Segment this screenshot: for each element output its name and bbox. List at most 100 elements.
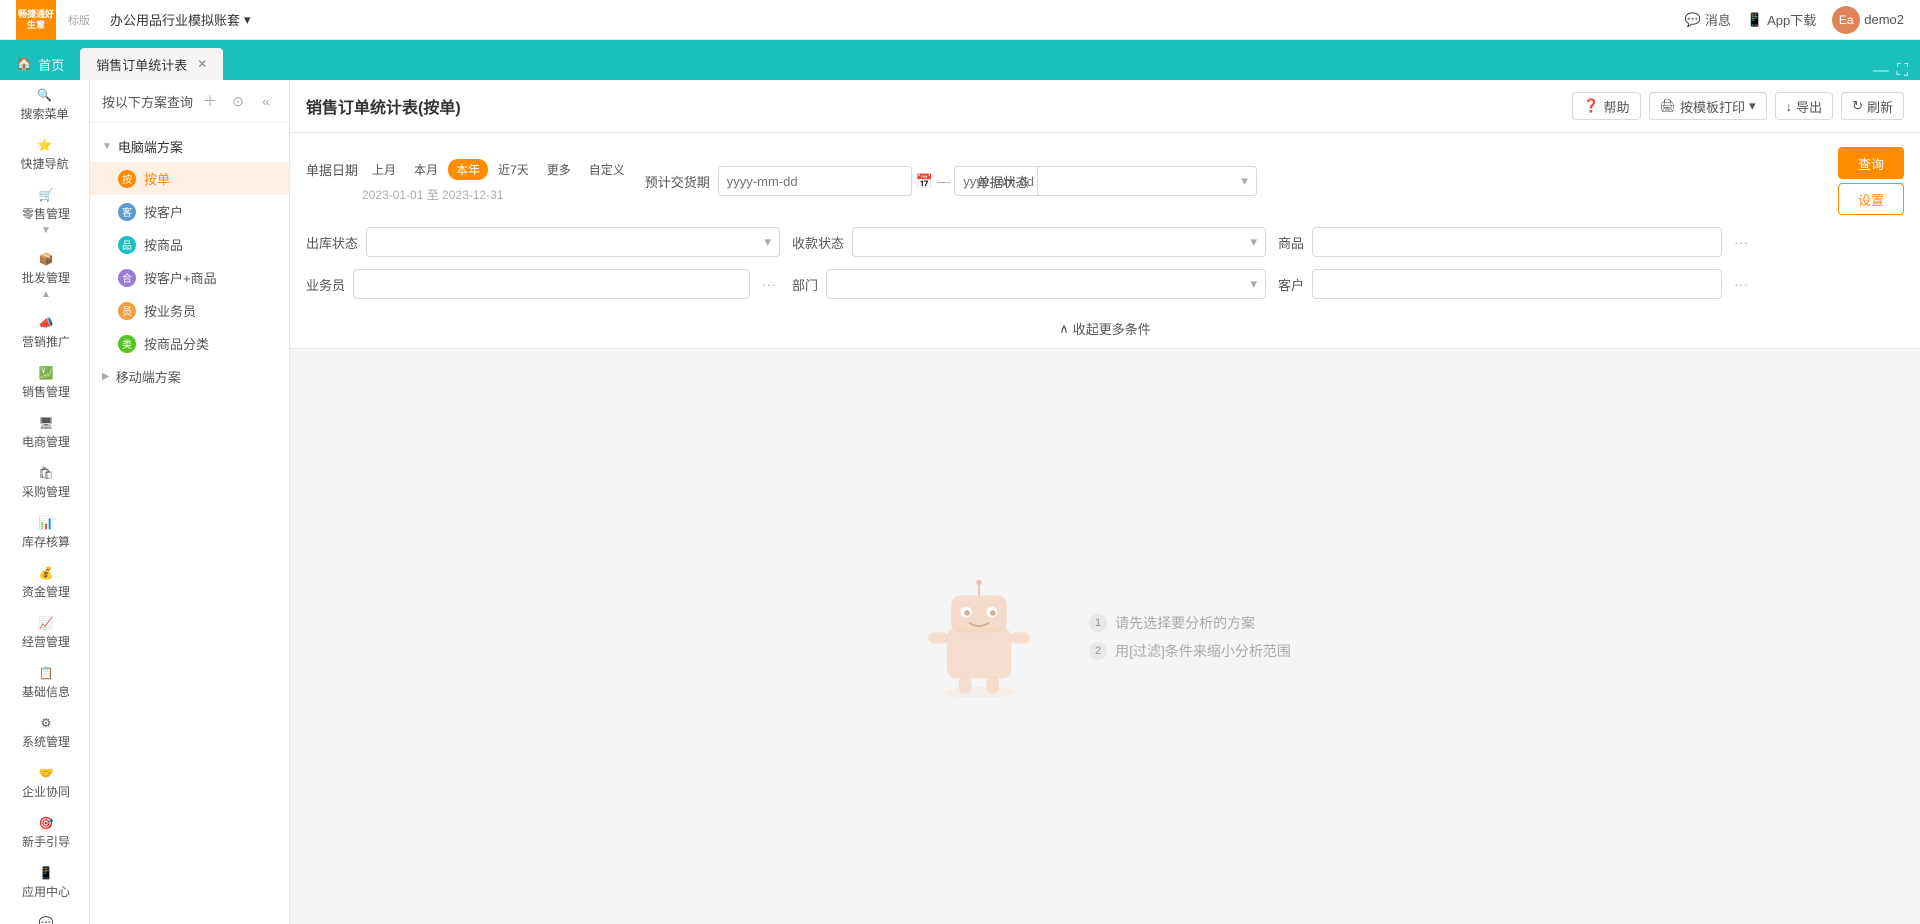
sidebar-item-wholesale[interactable]: 📦 批发管理 ▲	[0, 244, 89, 308]
empty-state: 1 请先选择要分析的方案 2 用[过滤]条件来缩小分析范围	[290, 349, 1920, 924]
scheme-item-by-category[interactable]: 类 按商品分类	[90, 327, 289, 360]
sidebar-item-search-menu[interactable]: 🔍 搜索菜单	[0, 80, 89, 130]
goods-more-icon[interactable]: ···	[1730, 234, 1752, 250]
filter-area: 单据日期 上月 本月 本年	[290, 133, 1920, 349]
collapse-panel-btn[interactable]: «	[255, 90, 277, 112]
minimize-icon[interactable]: —	[1873, 62, 1889, 80]
goods-input[interactable]	[1312, 227, 1722, 257]
settings-scheme-icon: ⊙	[232, 93, 244, 110]
collection-select[interactable]: ▾	[852, 227, 1266, 257]
sidebar-label-wholesale: 批发管理	[22, 269, 70, 286]
dept-dropdown-icon: ▾	[1250, 276, 1257, 292]
app-download-btn[interactable]: 📱 App下载	[1747, 10, 1816, 29]
inventory-icon: 📊	[39, 516, 54, 530]
page-title: 销售订单统计表(按单)	[306, 94, 461, 118]
shipment-select[interactable]: ▾	[366, 227, 780, 257]
sidebar-item-wechat[interactable]: 💬 企业微信	[0, 908, 89, 924]
scheme-item-by-category-label: 按商品分类	[144, 334, 209, 353]
sidebar-item-new-guide[interactable]: 🎯 新手引导	[0, 808, 89, 858]
sidebar-label-ecommerce: 电商管理	[22, 433, 70, 450]
sidebar-item-quick-nav[interactable]: ⭐ 快捷导航	[0, 130, 89, 180]
print-btn[interactable]: 🖨 按模板打印 ▾	[1649, 92, 1767, 120]
customer-input[interactable]	[1312, 269, 1722, 299]
app-dropdown[interactable]: 办公用品行业模拟账套 ▾	[110, 10, 251, 29]
sidebar-item-ecommerce[interactable]: 🖥 电商管理	[0, 408, 89, 458]
date-pill-this-month[interactable]: 本月	[406, 159, 446, 180]
sidebar-item-operations[interactable]: 📈 经营管理	[0, 608, 89, 658]
sidebar-item-marketing[interactable]: 📣 营销推广	[0, 308, 89, 358]
date-pill-last7[interactable]: 近7天	[490, 159, 537, 180]
sidebar-item-system[interactable]: ⚙ 系统管理	[0, 708, 89, 758]
left-panel: 按以下方案查询 ＋ ⊙ « ▼	[90, 80, 290, 924]
refresh-icon: ↻	[1852, 98, 1863, 114]
retail-icon: 🛒	[39, 188, 54, 202]
help-btn[interactable]: ❓ 帮助	[1572, 92, 1640, 120]
sidebar-label-marketing: 营销推广	[22, 333, 70, 350]
maximize-icon[interactable]: ⛶	[1897, 62, 1908, 80]
page-actions: ❓ 帮助 🖨 按模板打印 ▾ ↓ 导出 ↻ 刷新	[1572, 92, 1904, 120]
settings-btn[interactable]: 设置	[1838, 183, 1904, 215]
sidebar-item-finance[interactable]: 💰 资金管理	[0, 558, 89, 608]
by-customer-icon: 客	[118, 203, 136, 221]
sidebar-item-app-center[interactable]: 📱 应用中心	[0, 858, 89, 908]
sidebar-item-inventory[interactable]: 📊 库存核算	[0, 508, 89, 558]
tab-close-icon[interactable]: ✕	[197, 57, 207, 71]
tab-home[interactable]: 🏠 首页	[0, 48, 80, 80]
settings-scheme-btn[interactable]: ⊙	[227, 90, 249, 112]
collection-dropdown-icon: ▾	[1250, 234, 1257, 250]
add-scheme-btn[interactable]: ＋	[199, 90, 221, 112]
tab-order-stats[interactable]: 销售订单统计表 ✕	[80, 48, 223, 80]
query-btn[interactable]: 查询	[1838, 147, 1904, 179]
tab-home-label: 首页	[38, 55, 64, 74]
sidebar-label-sales: 销售管理	[22, 383, 70, 400]
scheme-group-pc-header[interactable]: ▼ 电脑端方案	[90, 131, 289, 162]
left-panel-title: 按以下方案查询	[102, 92, 193, 111]
sidebar-item-retail[interactable]: 🛒 零售管理 ▼	[0, 180, 89, 244]
date-pill-last-month[interactable]: 上月	[364, 159, 404, 180]
by-customer-goods-icon: 合	[118, 269, 136, 287]
scheme-item-by-order-label: 按单	[144, 169, 170, 188]
date-range-display: 2023-01-01 至 2023-12-31	[362, 186, 503, 203]
sidebar-item-sales[interactable]: 💹 销售管理	[0, 358, 89, 408]
customer-more-icon[interactable]: ···	[1730, 276, 1752, 292]
sidebar-label-new-guide: 新手引导	[22, 833, 70, 850]
scheme-item-by-order[interactable]: 按 按单	[90, 162, 289, 195]
search-menu-icon: 🔍	[37, 88, 52, 102]
date-pill-this-year[interactable]: 本年	[448, 159, 488, 180]
salesman-label: 业务员	[306, 275, 345, 294]
collection-label: 收款状态	[792, 233, 844, 252]
calendar-icon-start[interactable]: 📅	[916, 173, 933, 190]
scheme-item-by-salesman[interactable]: 员 按业务员	[90, 294, 289, 327]
sidebar-item-enterprise[interactable]: 🤝 企业协同	[0, 758, 89, 808]
help-label: 帮助	[1603, 97, 1629, 116]
retail-arrow-icon: ▼	[41, 225, 51, 236]
empty-tip-2: 2 用[过滤]条件来缩小分析范围	[1089, 641, 1291, 661]
status-select[interactable]: ▾	[1037, 166, 1257, 196]
sidebar-item-purchase[interactable]: 🛍 采购管理	[0, 458, 89, 508]
export-btn[interactable]: ↓ 导出	[1775, 92, 1834, 120]
date-pill-custom[interactable]: 自定义	[581, 159, 633, 180]
user-avatar-area[interactable]: Ea demo2	[1832, 6, 1904, 34]
nav-tabs: 🏠 首页 销售订单统计表 ✕ — ⛶	[0, 40, 1920, 80]
main-layout: 🔍 搜索菜单 ⭐ 快捷导航 🛒 零售管理 ▼ 📦 批发管理 ▲ 📣 营销推广 💹…	[0, 80, 1920, 924]
expected-date-start[interactable]	[718, 166, 912, 196]
by-goods-icon: 品	[118, 236, 136, 254]
status-dropdown-icon: ▾	[1241, 173, 1248, 189]
salesman-input[interactable]	[353, 269, 750, 299]
collapse-label: 收起更多条件	[1073, 319, 1151, 338]
scheme-item-by-goods[interactable]: 品 按商品	[90, 228, 289, 261]
refresh-btn[interactable]: ↻ 刷新	[1841, 92, 1904, 120]
sidebar-label-quick-nav: 快捷导航	[20, 155, 68, 172]
scheme-item-by-customer-goods[interactable]: 合 按客户+商品	[90, 261, 289, 294]
sidebar-item-basic[interactable]: 📋 基础信息	[0, 658, 89, 708]
scheme-group-mobile-header[interactable]: ▶ 移动端方案	[90, 360, 289, 393]
scheme-item-by-customer[interactable]: 客 按客户	[90, 195, 289, 228]
sales-icon: 💹	[39, 366, 54, 380]
dept-select[interactable]: ▾	[826, 269, 1266, 299]
header-left: 畅捷通好生意 标版 办公用品行业模拟账套 ▾	[16, 0, 251, 40]
date-pill-more[interactable]: 更多	[539, 159, 579, 180]
message-btn[interactable]: 💬 消息	[1685, 10, 1731, 29]
collapse-bar[interactable]: ∧ 收起更多条件	[306, 311, 1904, 348]
download-icon: 📱	[1747, 12, 1763, 28]
salesman-more-icon[interactable]: ···	[758, 276, 780, 292]
